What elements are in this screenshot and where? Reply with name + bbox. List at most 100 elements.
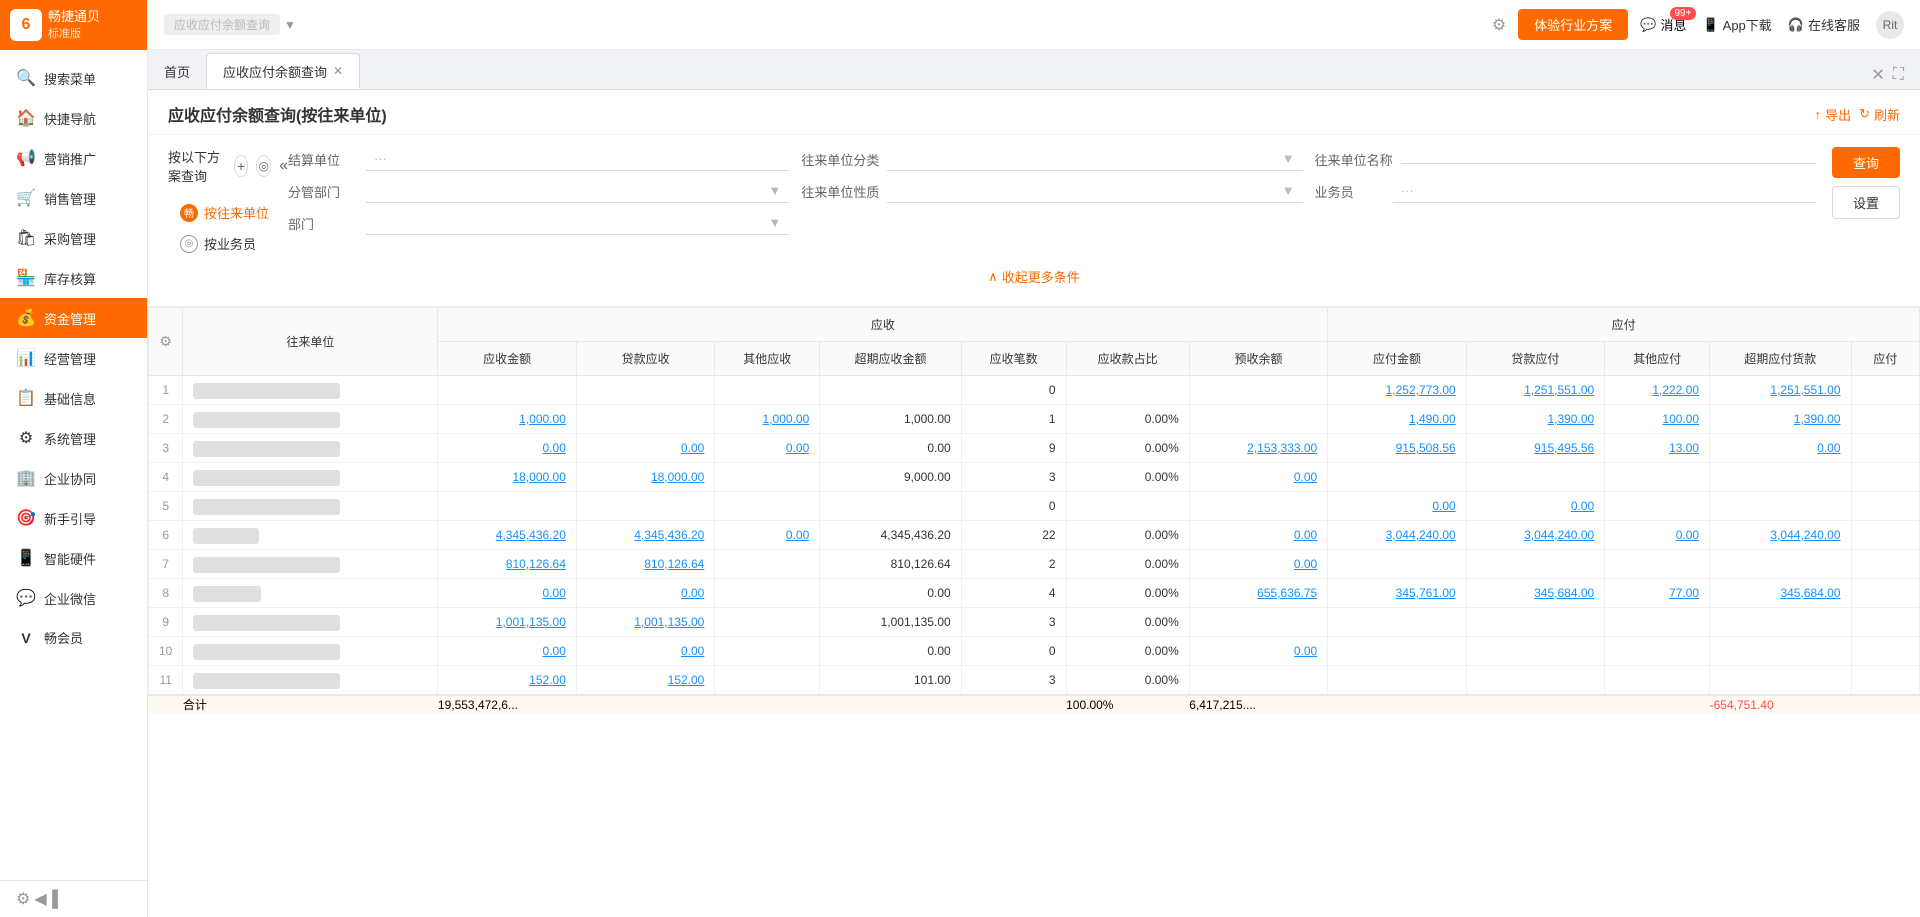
dept-input[interactable]: ▼	[366, 211, 789, 235]
setting-button[interactable]: 设置	[1832, 186, 1900, 219]
tab-arbalance[interactable]: 应收应付余额查询 ✕	[206, 53, 360, 89]
message-button[interactable]: 💬 消息 99+	[1640, 15, 1686, 34]
table-cell[interactable]: 810,126.64	[438, 550, 576, 579]
export-button[interactable]: ↑ 导出	[1815, 105, 1852, 124]
col-settings-btn[interactable]: ⚙	[149, 308, 183, 376]
table-cell[interactable]: 18,000.00	[576, 463, 714, 492]
table-cell[interactable]: 345,684.00	[1466, 579, 1604, 608]
table-cell[interactable]: 1,000.00	[715, 405, 820, 434]
table-cell[interactable]: 13.00	[1605, 434, 1710, 463]
table-cell: 0	[961, 492, 1066, 521]
table-cell[interactable]: 1,001,135.00	[438, 608, 576, 637]
table-cell[interactable]: 0.00	[438, 579, 576, 608]
table-cell[interactable]: 915,495.56	[1466, 434, 1604, 463]
sidebar-item-guide[interactable]: 🎯 新手引导	[0, 498, 147, 538]
breadcrumb-chevron-icon[interactable]: ▼	[284, 18, 296, 32]
trial-industry-button[interactable]: 体验行业方案	[1518, 9, 1628, 40]
settlement-unit-input[interactable]: ···	[366, 147, 789, 171]
query-button[interactable]: 查询	[1832, 147, 1900, 178]
filter-add-button[interactable]: +	[234, 155, 249, 177]
sidebar-item-wechat[interactable]: 💬 企业微信	[0, 578, 147, 618]
table-cell[interactable]: 0.00	[1189, 521, 1327, 550]
table-cell[interactable]: 0.00	[576, 434, 714, 463]
table-cell[interactable]: 915,508.56	[1328, 434, 1466, 463]
sidebar-item-sales[interactable]: 🛒 销售管理	[0, 178, 147, 218]
table-cell[interactable]: 1,251,551.00	[1710, 376, 1851, 405]
refresh-button[interactable]: ↻ 刷新	[1859, 105, 1900, 124]
filter-more-conditions[interactable]: ∧ 收起更多条件	[168, 259, 1900, 294]
table-cell[interactable]: 3,044,240.00	[1710, 521, 1851, 550]
sidebar-item-basic[interactable]: 📋 基础信息	[0, 378, 147, 418]
table-cell[interactable]: 1,251,551.00	[1466, 376, 1604, 405]
salesperson-input[interactable]: ···	[1393, 179, 1816, 203]
table-cell[interactable]: 0.00	[1605, 521, 1710, 550]
sidebar-item-purchase[interactable]: 🛍 采购管理	[0, 218, 147, 258]
sidebar-item-quick[interactable]: 🏠 快捷导航	[0, 98, 147, 138]
col-gear-icon[interactable]: ⚙	[159, 333, 172, 349]
partner-nature-input[interactable]: ▼	[887, 179, 1302, 203]
table-cell[interactable]: 0.00	[1466, 492, 1604, 521]
table-cell[interactable]: 3,044,240.00	[1328, 521, 1466, 550]
table-cell[interactable]: 100.00	[1605, 405, 1710, 434]
table-cell[interactable]: 1,252,773.00	[1328, 376, 1466, 405]
table-cell[interactable]: 1,390.00	[1710, 405, 1851, 434]
table-cell[interactable]: 152.00	[576, 666, 714, 696]
footer-ar-total[interactable]: 19,553,472,6...	[438, 695, 576, 713]
table-cell[interactable]: 0.00	[715, 434, 820, 463]
settings-bottom-icon[interactable]: ⚙	[16, 889, 30, 909]
table-cell[interactable]: 1,222.00	[1605, 376, 1710, 405]
tab-close-icon[interactable]: ✕	[333, 64, 343, 78]
table-cell[interactable]: 0.00	[1189, 550, 1327, 579]
table-cell[interactable]: 655,636.75	[1189, 579, 1327, 608]
tab-close-window-icon[interactable]: ✕	[1871, 65, 1884, 85]
filter-option-salesperson[interactable]: ◎ 按业务员	[168, 228, 288, 259]
sidebar-item-operation[interactable]: 📊 经营管理	[0, 338, 147, 378]
table-cell[interactable]: 2,153,333.00	[1189, 434, 1327, 463]
table-cell[interactable]: 0.00	[1189, 463, 1327, 492]
table-cell[interactable]: 810,126.64	[576, 550, 714, 579]
refresh-icon: ↻	[1859, 106, 1870, 122]
table-cell[interactable]: 18,000.00	[438, 463, 576, 492]
partner-name-input[interactable]	[1401, 155, 1816, 164]
table-cell[interactable]: 152.00	[438, 666, 576, 696]
table-cell[interactable]: 0.00	[1710, 434, 1851, 463]
table-cell[interactable]: 0.00	[576, 637, 714, 666]
collapse-sidebar-icon[interactable]: ◀▐	[34, 889, 58, 909]
sidebar-item-search[interactable]: 🔍 搜索菜单	[0, 58, 147, 98]
table-cell[interactable]: 0.00	[1328, 492, 1466, 521]
tab-home[interactable]: 首页	[148, 53, 206, 89]
table-cell[interactable]: 4,345,436.20	[576, 521, 714, 550]
table-cell[interactable]: 345,684.00	[1710, 579, 1851, 608]
table-cell[interactable]: 1,001,135.00	[576, 608, 714, 637]
table-cell[interactable]: 4,345,436.20	[438, 521, 576, 550]
sidebar-item-system[interactable]: ⚙ 系统管理	[0, 418, 147, 458]
filter-option-partner[interactable]: 畅 按往来单位	[168, 197, 288, 228]
sidebar-item-corp[interactable]: 🏢 企业协同	[0, 458, 147, 498]
sidebar-item-finance[interactable]: 💰 资金管理	[0, 298, 147, 338]
table-cell[interactable]: 0.00	[715, 521, 820, 550]
filter-collapse-icon[interactable]: «	[279, 157, 288, 175]
table-cell[interactable]: 77.00	[1605, 579, 1710, 608]
sidebar-item-hardware[interactable]: 📱 智能硬件	[0, 538, 147, 578]
sidebar-item-inventory[interactable]: 🏪 库存核算	[0, 258, 147, 298]
table-cell[interactable]: 1,490.00	[1328, 405, 1466, 434]
table-cell[interactable]: 1,390.00	[1466, 405, 1604, 434]
dept-manager-input[interactable]: ▼	[366, 179, 789, 203]
partner-category-input[interactable]: ▼	[887, 147, 1302, 171]
table-cell: 0.00%	[1066, 405, 1189, 434]
table-cell[interactable]: 3,044,240.00	[1466, 521, 1604, 550]
sidebar-item-marketing[interactable]: 📢 营销推广	[0, 138, 147, 178]
filter-setting-icon[interactable]: ◎	[256, 155, 271, 177]
table-cell[interactable]: 0.00	[576, 579, 714, 608]
tab-maximize-icon[interactable]: ⛶	[1893, 66, 1904, 84]
table-cell[interactable]: 1,000.00	[438, 405, 576, 434]
table-cell[interactable]: 0.00	[438, 434, 576, 463]
app-download-button[interactable]: 📱 App下载	[1702, 15, 1771, 34]
table-cell[interactable]: 0.00	[438, 637, 576, 666]
sidebar-item-member[interactable]: V 畅会员	[0, 618, 147, 657]
settings-gear-icon[interactable]: ⚙	[1492, 15, 1506, 35]
table-cell[interactable]: 0.00	[1189, 637, 1327, 666]
table-cell[interactable]: 345,761.00	[1328, 579, 1466, 608]
user-avatar[interactable]: Rit	[1876, 11, 1904, 39]
online-service-button[interactable]: 🎧 在线客服	[1788, 15, 1860, 34]
